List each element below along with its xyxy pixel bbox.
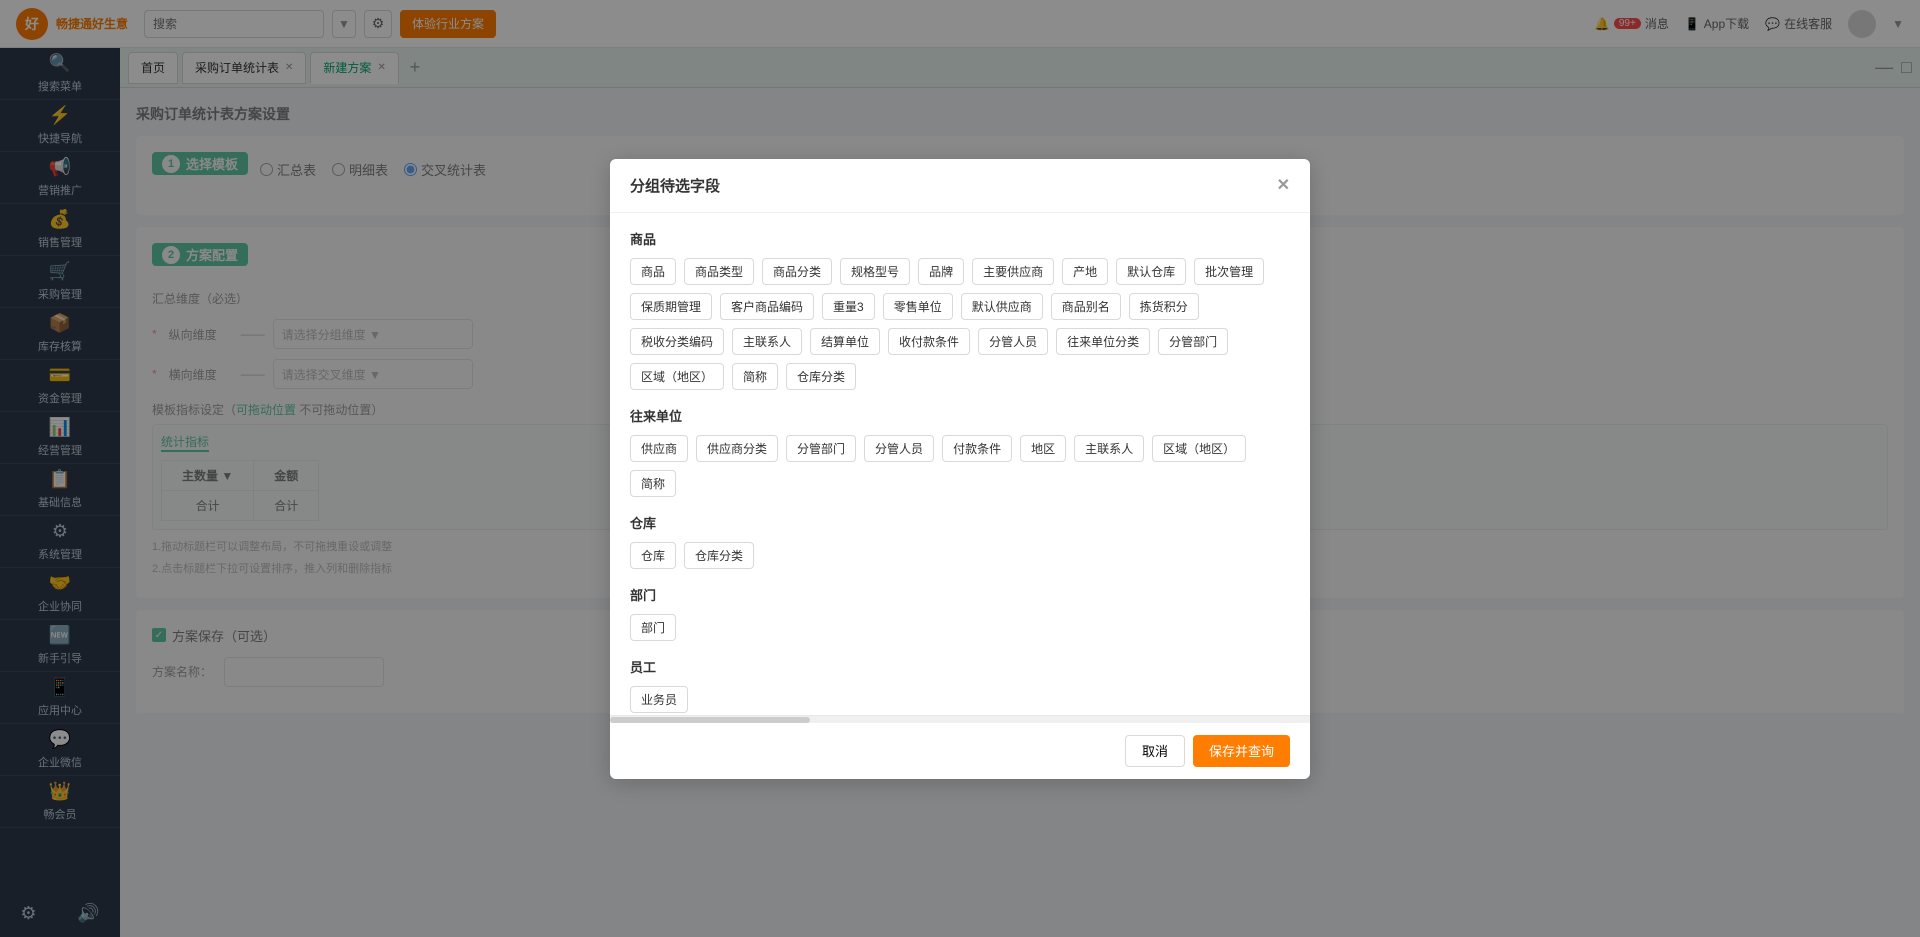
field-tag[interactable]: 仓库分类 (684, 542, 754, 569)
field-tag[interactable]: 结算单位 (810, 328, 880, 355)
field-tag[interactable]: 分管人员 (864, 435, 934, 462)
section-employee: 员工 业务员 (630, 657, 1290, 713)
section-warehouse: 仓库 仓库 仓库分类 (630, 513, 1290, 569)
counterpart-fields: 供应商 供应商分类 分管部门 分管人员 付款条件 地区 主联系人 区域（地区） … (630, 435, 1290, 497)
field-tag[interactable]: 品牌 (918, 258, 964, 285)
field-tag[interactable]: 拣货积分 (1129, 293, 1199, 320)
field-tag[interactable]: 产地 (1062, 258, 1108, 285)
field-tag[interactable]: 客户商品编码 (720, 293, 814, 320)
field-tag[interactable]: 默认供应商 (961, 293, 1043, 320)
field-tag[interactable]: 分管部门 (1158, 328, 1228, 355)
field-tag[interactable]: 分管人员 (978, 328, 1048, 355)
section-department: 部门 部门 (630, 585, 1290, 641)
field-tag[interactable]: 业务员 (630, 686, 688, 713)
section-product: 商品 商品 商品类型 商品分类 规格型号 品牌 主要供应商 产地 默认仓库 批次… (630, 229, 1290, 390)
field-tag[interactable]: 零售单位 (883, 293, 953, 320)
field-tag[interactable]: 简称 (732, 363, 778, 390)
field-select-modal: 分组待选字段 ✕ 商品 商品 商品类型 商品分类 规格型号 品牌 主要供应商 产… (610, 159, 1310, 779)
modal-body: 商品 商品 商品类型 商品分类 规格型号 品牌 主要供应商 产地 默认仓库 批次… (610, 213, 1310, 716)
section-warehouse-title: 仓库 (630, 513, 1290, 532)
section-employee-title: 员工 (630, 657, 1290, 676)
section-product-title: 商品 (630, 229, 1290, 248)
field-tag[interactable]: 往来单位分类 (1056, 328, 1150, 355)
field-tag[interactable]: 商品分类 (762, 258, 832, 285)
field-tag[interactable]: 付款条件 (942, 435, 1012, 462)
field-tag[interactable]: 分管部门 (786, 435, 856, 462)
field-tag[interactable]: 仓库 (630, 542, 676, 569)
warehouse-fields: 仓库 仓库分类 (630, 542, 1290, 569)
modal-header: 分组待选字段 ✕ (610, 159, 1310, 213)
field-tag[interactable]: 简称 (630, 470, 676, 497)
modal-cancel-button[interactable]: 取消 (1125, 735, 1185, 767)
field-tag[interactable]: 地区 (1020, 435, 1066, 462)
field-tag[interactable]: 部门 (630, 614, 676, 641)
modal-horizontal-scrollbar[interactable] (610, 715, 1310, 721)
field-tag[interactable]: 商品类型 (684, 258, 754, 285)
field-tag[interactable]: 重量3 (822, 293, 875, 320)
field-tag[interactable]: 区域（地区） (1152, 435, 1246, 462)
field-tag[interactable]: 商品别名 (1051, 293, 1121, 320)
field-tag[interactable]: 收付款条件 (888, 328, 970, 355)
modal-title: 分组待选字段 (630, 175, 720, 196)
employee-fields: 业务员 (630, 686, 1290, 713)
field-tag[interactable]: 供应商 (630, 435, 688, 462)
field-tag[interactable]: 保质期管理 (630, 293, 712, 320)
field-tag[interactable]: 商品 (630, 258, 676, 285)
scrollbar-thumb[interactable] (610, 717, 810, 723)
field-tag[interactable]: 仓库分类 (786, 363, 856, 390)
section-department-title: 部门 (630, 585, 1290, 604)
modal-close-button[interactable]: ✕ (1277, 175, 1290, 195)
field-tag[interactable]: 主联系人 (732, 328, 802, 355)
modal-confirm-button[interactable]: 保存并查询 (1193, 735, 1290, 767)
field-tag[interactable]: 主联系人 (1074, 435, 1144, 462)
field-tag[interactable]: 区域（地区） (630, 363, 724, 390)
field-tag[interactable]: 税收分类编码 (630, 328, 724, 355)
field-tag[interactable]: 默认仓库 (1116, 258, 1186, 285)
product-fields: 商品 商品类型 商品分类 规格型号 品牌 主要供应商 产地 默认仓库 批次管理 … (630, 258, 1290, 390)
field-tag[interactable]: 规格型号 (840, 258, 910, 285)
department-fields: 部门 (630, 614, 1290, 641)
field-tag[interactable]: 供应商分类 (696, 435, 778, 462)
field-tag[interactable]: 批次管理 (1194, 258, 1264, 285)
section-counterpart-title: 往来单位 (630, 406, 1290, 425)
section-counterpart: 往来单位 供应商 供应商分类 分管部门 分管人员 付款条件 地区 主联系人 区域… (630, 406, 1290, 497)
field-tag[interactable]: 主要供应商 (972, 258, 1054, 285)
modal-footer: 取消 保存并查询 (610, 722, 1310, 779)
modal-overlay: 分组待选字段 ✕ 商品 商品 商品类型 商品分类 规格型号 品牌 主要供应商 产… (0, 0, 1920, 937)
